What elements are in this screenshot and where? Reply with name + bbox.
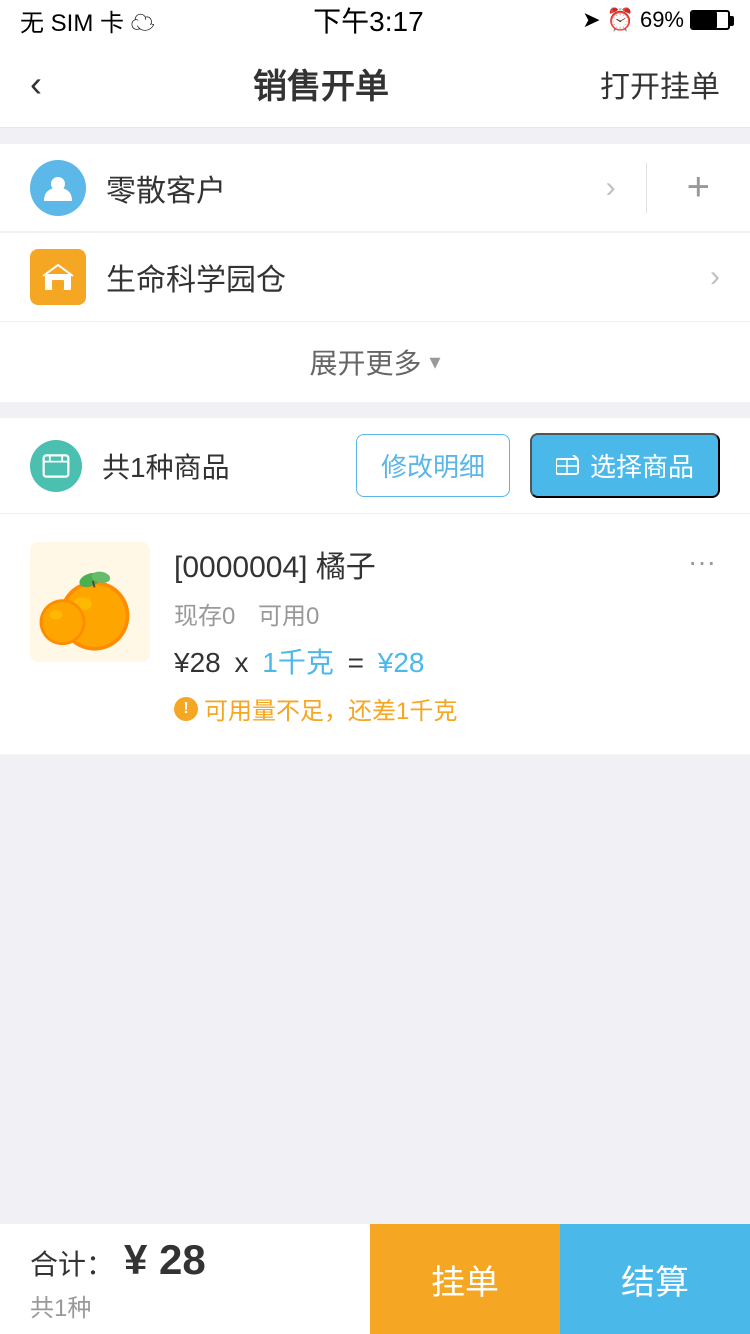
product-count-text: 共1种商品 xyxy=(102,446,336,486)
product-info: [0000004] 橘子 现存0 可用0 ¥28 x 1千克 = ¥28 ! 可… xyxy=(174,542,660,726)
status-right: ➤ ⏰ 69% xyxy=(582,7,730,33)
status-bar: 无 SIM 卡 ☁ 下午3:17 ➤ ⏰ 69% xyxy=(0,0,750,40)
hang-order-button[interactable]: 挂单 xyxy=(370,1224,560,1334)
vertical-divider xyxy=(646,163,647,213)
carrier-text: 无 SIM 卡 ☁ xyxy=(20,3,155,38)
product-code: [0000004] xyxy=(174,551,307,584)
stock-label: 现存0 xyxy=(174,603,235,630)
top-divider xyxy=(0,128,750,144)
product-title: 橘子 xyxy=(316,551,376,584)
warehouse-icon xyxy=(30,249,86,305)
open-pending-button[interactable]: 打开挂单 xyxy=(600,62,720,106)
total-label: 合计： xyxy=(30,1243,114,1283)
bottom-spacer xyxy=(0,755,750,1235)
checkout-button[interactable]: 结算 xyxy=(560,1224,750,1334)
available-label: 可用0 xyxy=(258,603,319,630)
battery-text: 69% xyxy=(640,7,684,33)
product-item: [0000004] 橘子 现存0 可用0 ¥28 x 1千克 = ¥28 ! 可… xyxy=(0,514,750,755)
warning-text: 可用量不足，还差1千克 xyxy=(204,691,457,726)
quantity-value: 1千克 xyxy=(262,647,334,678)
location-icon: ➤ xyxy=(582,7,600,33)
warehouse-row[interactable]: 生命科学园仓 › xyxy=(0,233,750,321)
total-value: ¥ 28 xyxy=(124,1236,206,1284)
total-price: ¥28 xyxy=(378,647,425,678)
modify-detail-button[interactable]: 修改明细 xyxy=(356,434,510,497)
expand-label: 展开更多 xyxy=(309,342,421,382)
product-count-icon xyxy=(30,440,82,492)
product-price-row: ¥28 x 1千克 = ¥28 xyxy=(174,641,660,681)
footer-sub-label: 共1种 xyxy=(30,1288,340,1323)
warehouse-name: 生命科学园仓 xyxy=(106,255,710,299)
expand-arrow-icon: ▾ xyxy=(429,349,440,375)
alarm-icon: ⏰ xyxy=(607,7,634,33)
footer: 合计： ¥ 28 共1种 挂单 结算 xyxy=(0,1224,750,1334)
product-image xyxy=(30,542,150,662)
select-product-label: 选择商品 xyxy=(590,447,694,484)
multiply-sign: x xyxy=(235,647,249,678)
product-warning: ! 可用量不足，还差1千克 xyxy=(174,691,660,726)
battery-icon xyxy=(690,10,730,30)
footer-total-section: 合计： ¥ 28 共1种 xyxy=(0,1236,370,1323)
hang-order-label: 挂单 xyxy=(431,1255,499,1304)
page-title: 销售开单 xyxy=(253,59,389,108)
nav-bar: ‹ 销售开单 打开挂单 xyxy=(0,40,750,128)
footer-total-row: 合计： ¥ 28 xyxy=(30,1236,340,1284)
expand-more-row[interactable]: 展开更多 ▾ xyxy=(0,322,750,402)
cart-icon xyxy=(556,455,582,477)
customer-chevron-icon[interactable]: › xyxy=(606,171,616,205)
customer-avatar-icon xyxy=(30,160,86,216)
expand-more-text: 展开更多 ▾ xyxy=(309,342,440,382)
status-left: 无 SIM 卡 ☁ xyxy=(20,3,155,38)
select-product-button[interactable]: 选择商品 xyxy=(530,433,720,498)
equals-sign: = xyxy=(348,647,364,678)
back-button[interactable]: ‹ xyxy=(30,63,42,105)
checkout-label: 结算 xyxy=(621,1255,689,1304)
product-section-header: 共1种商品 修改明细 选择商品 xyxy=(0,418,750,514)
unit-price: ¥28 xyxy=(174,647,221,678)
customer-right-actions: › + xyxy=(606,163,720,213)
product-name: [0000004] 橘子 xyxy=(174,542,660,586)
customer-row[interactable]: 零散客户 › + xyxy=(0,144,750,232)
customer-name: 零散客户 xyxy=(106,166,606,210)
product-stock-info: 现存0 可用0 xyxy=(174,596,660,631)
warehouse-chevron-icon[interactable]: › xyxy=(710,260,720,294)
product-more-button[interactable]: ··· xyxy=(684,542,720,582)
warning-icon: ! xyxy=(174,697,198,721)
status-time: 下午3:17 xyxy=(313,0,424,40)
add-customer-button[interactable]: + xyxy=(677,165,720,210)
